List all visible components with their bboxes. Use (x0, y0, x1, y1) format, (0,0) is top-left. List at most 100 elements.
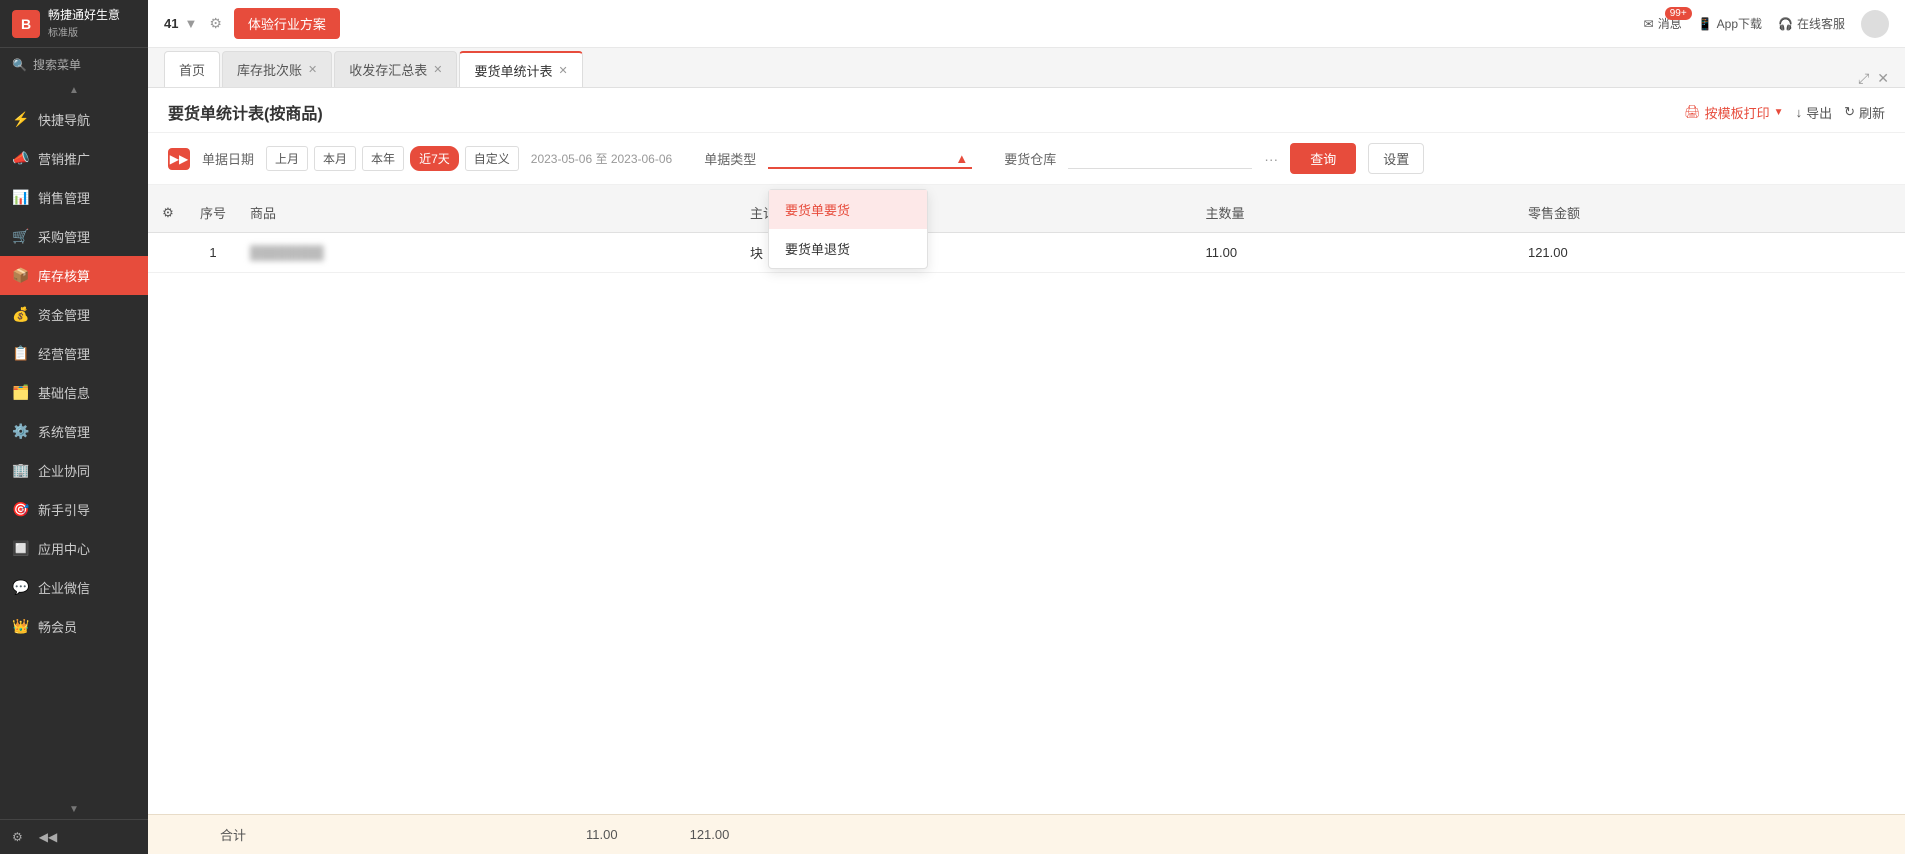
sidebar-collapse-btn[interactable]: ◀◀ (39, 830, 57, 844)
sidebar-item-purchase[interactable]: 🛒 采购管理 (0, 217, 148, 256)
warehouse-label: 要货仓库 (1004, 149, 1056, 168)
store-num: 41 (164, 16, 178, 31)
system-icon: ⚙️ (12, 423, 30, 441)
tab-summary[interactable]: 收发存汇总表 ✕ (334, 51, 457, 87)
table-wrapper: ⚙ 序号 商品 主计量单位 主数量 零售金额 1 ████████ (148, 193, 1905, 814)
date-btn-7days[interactable]: 近7天 (410, 146, 459, 171)
service-icon: 🎧 (1778, 17, 1793, 31)
footer-qty: 11.00 (586, 827, 618, 842)
sidebar-item-finance[interactable]: 💰 资金管理 (0, 295, 148, 334)
date-btn-this-year[interactable]: 本年 (362, 146, 404, 171)
tab-batch-close[interactable]: ✕ (308, 63, 317, 76)
col-header-amount: 零售金额 (1516, 193, 1905, 233)
tabs-maximize-btn[interactable]: ⤢ (1858, 70, 1869, 87)
operation-icon: 📋 (12, 345, 30, 363)
topbar-gear-icon[interactable]: ⚙ (209, 15, 222, 32)
dropdown-item-order-return[interactable]: 要货单退货 (769, 229, 927, 268)
sidebar-nav: ⚡ 快捷导航 📣 营销推广 📊 销售管理 🛒 采购管理 📦 库存核算 💰 资金管… (0, 100, 148, 800)
sidebar-item-enterprise[interactable]: 🏢 企业协同 (0, 451, 148, 490)
topbar: 41 ▼ ⚙ 体验行业方案 ✉ 消息 99+ 📱 App下载 🎧 在线客服 (148, 0, 1905, 48)
tab-batch[interactable]: 库存批次账 ✕ (222, 51, 332, 87)
message-icon: ✉ (1644, 17, 1654, 31)
warehouse-input[interactable] (1068, 149, 1252, 169)
sidebar-item-operation[interactable]: 📋 经营管理 (0, 334, 148, 373)
export-icon: ↓ (1796, 105, 1803, 120)
sidebar-item-label: 企业协同 (38, 461, 90, 480)
sidebar-item-inventory[interactable]: 📦 库存核算 (0, 256, 148, 295)
col-header-settings[interactable]: ⚙ (148, 193, 188, 233)
date-btn-last-month[interactable]: 上月 (266, 146, 308, 171)
tab-order-stat[interactable]: 要货单统计表 ✕ (459, 51, 582, 87)
print-btn[interactable]: 🖨 按模板打印 ▼ (1684, 103, 1783, 122)
customer-service-btn[interactable]: 🎧 在线客服 (1778, 15, 1845, 32)
cell-amount: 121.00 (1516, 233, 1905, 273)
sidebar-item-vip[interactable]: 👑 畅会员 (0, 607, 148, 646)
query-btn[interactable]: 查询 (1290, 143, 1356, 174)
date-range-text: 2023-05-06 至 2023-06-06 (531, 150, 672, 167)
col-header-num: 序号 (188, 193, 238, 233)
sidebar-item-quick-nav[interactable]: ⚡ 快捷导航 (0, 100, 148, 139)
type-select-arrow[interactable]: ▲ (955, 151, 968, 166)
sidebar-item-basic[interactable]: 🗂️ 基础信息 (0, 373, 148, 412)
sidebar-item-guide[interactable]: 🎯 新手引导 (0, 490, 148, 529)
sidebar-item-label: 库存核算 (38, 266, 90, 285)
trial-btn[interactable]: 体验行业方案 (234, 8, 340, 39)
enterprise-icon: 🏢 (12, 462, 30, 480)
message-btn[interactable]: ✉ 消息 99+ (1644, 15, 1682, 32)
sidebar-item-wechat[interactable]: 💬 企业微信 (0, 568, 148, 607)
dropdown-item-order-goods[interactable]: 要货单要货 (769, 190, 927, 229)
topbar-left: 41 ▼ ⚙ 体验行业方案 (164, 8, 340, 39)
refresh-btn[interactable]: ↻ 刷新 (1844, 103, 1885, 122)
tab-home[interactable]: 首页 (164, 51, 220, 87)
sidebar-item-label: 资金管理 (38, 305, 90, 324)
tab-summary-close[interactable]: ✕ (433, 63, 442, 76)
sidebar-item-sales[interactable]: 📊 销售管理 (0, 178, 148, 217)
marketing-icon: 📣 (12, 150, 30, 168)
sidebar-footer: ⚙ ◀◀ (0, 819, 148, 854)
app-label: App下载 (1717, 15, 1762, 32)
sidebar-item-label: 销售管理 (38, 188, 90, 207)
date-btn-custom[interactable]: 自定义 (465, 146, 519, 171)
table-footer: 合计 11.00 121.00 (148, 814, 1905, 854)
service-label: 在线客服 (1797, 15, 1845, 32)
tabs-close-all-btn[interactable]: ✕ (1877, 70, 1889, 87)
export-btn[interactable]: ↓ 导出 (1796, 103, 1833, 122)
sidebar-scroll-down[interactable]: ▼ (0, 800, 148, 819)
type-select-wrapper: ▲ (768, 148, 972, 169)
tab-order-stat-close[interactable]: ✕ (559, 64, 568, 77)
sidebar-settings-icon[interactable]: ⚙ (12, 830, 23, 844)
tabs-actions: ⤢ ✕ (1858, 70, 1889, 87)
date-btn-this-month[interactable]: 本月 (314, 146, 356, 171)
app-download-btn[interactable]: 📱 App下载 (1698, 15, 1762, 32)
sidebar-item-label: 采购管理 (38, 227, 90, 246)
type-select[interactable] (768, 148, 972, 169)
sidebar-search-label: 搜索菜单 (33, 56, 81, 73)
store-selector[interactable]: 41 ▼ (164, 16, 197, 31)
page-header-actions: 🖨 按模板打印 ▼ ↓ 导出 ↻ 刷新 (1684, 103, 1885, 122)
filter-expand-btn[interactable]: ▶▶ (168, 148, 190, 170)
tab-batch-label: 库存批次账 (237, 60, 302, 79)
sidebar-item-label: 企业微信 (38, 578, 90, 597)
wechat-icon: 💬 (12, 579, 30, 597)
user-avatar[interactable] (1861, 10, 1889, 38)
store-dropdown-icon: ▼ (184, 16, 197, 31)
sidebar-item-app-center[interactable]: 🔲 应用中心 (0, 529, 148, 568)
vip-icon: 👑 (12, 618, 30, 636)
type-label: 单据类型 (704, 149, 756, 168)
settings-btn[interactable]: 设置 (1368, 143, 1424, 174)
print-icon: 🖨 (1684, 104, 1701, 120)
app-logo-text: 畅捷通好生意 标准版 (48, 8, 120, 39)
footer-label: 合计 (220, 825, 246, 844)
main-area: 41 ▼ ⚙ 体验行业方案 ✉ 消息 99+ 📱 App下载 🎧 在线客服 (148, 0, 1905, 854)
cell-qty: 11.00 (1193, 233, 1515, 273)
sidebar-item-system[interactable]: ⚙️ 系统管理 (0, 412, 148, 451)
goods-name-blurred: ████████ (250, 245, 324, 260)
sidebar-scroll-up[interactable]: ▲ (0, 81, 148, 100)
filter-more-btn[interactable]: ··· (1264, 151, 1278, 167)
col-header-qty: 主数量 (1193, 193, 1515, 233)
page-content: 要货单统计表(按商品) 🖨 按模板打印 ▼ ↓ 导出 ↻ 刷新 ▶▶ (148, 88, 1905, 854)
sidebar-search[interactable]: 🔍 搜索菜单 (0, 48, 148, 81)
sidebar-item-marketing[interactable]: 📣 营销推广 (0, 139, 148, 178)
sidebar: B 畅捷通好生意 标准版 🔍 搜索菜单 ▲ ⚡ 快捷导航 📣 营销推广 📊 销售… (0, 0, 148, 854)
topbar-right: ✉ 消息 99+ 📱 App下载 🎧 在线客服 (1644, 10, 1889, 38)
